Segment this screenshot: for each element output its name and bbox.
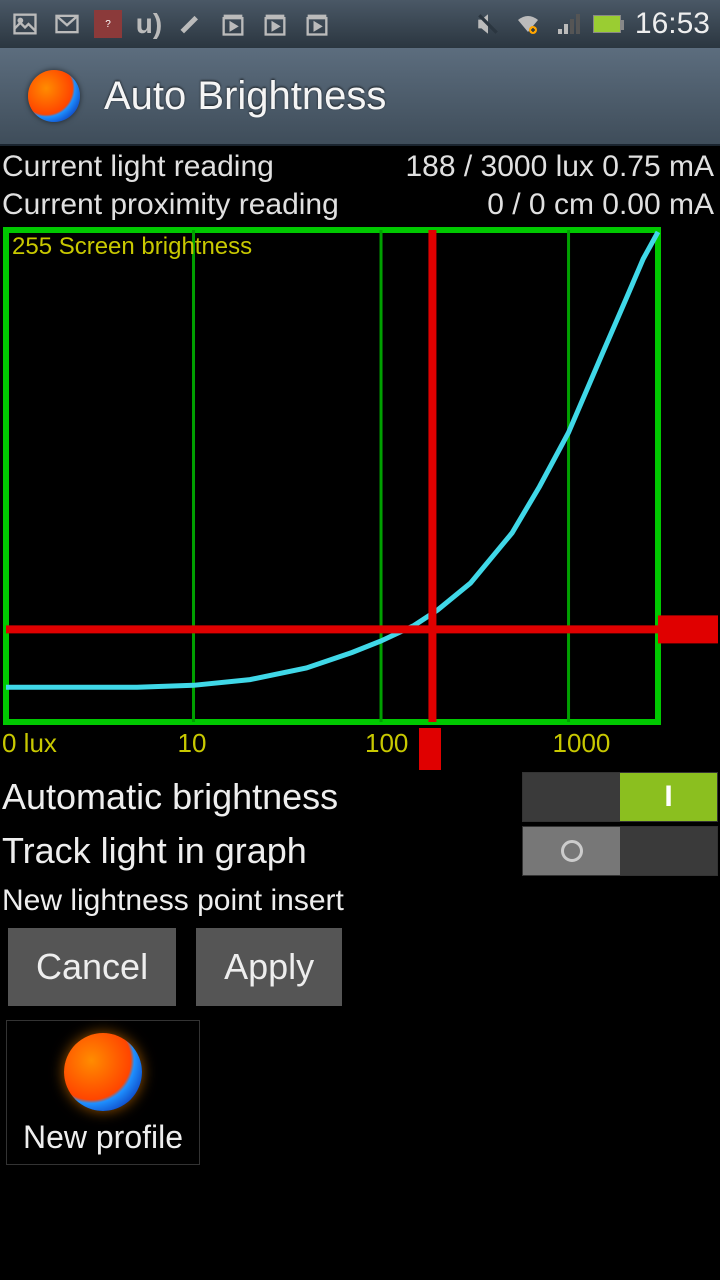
current-marker-handle[interactable] xyxy=(419,728,441,770)
auto-brightness-label: Automatic brightness xyxy=(2,776,338,818)
app-title: Auto Brightness xyxy=(104,74,386,119)
x-tick-label: 10 xyxy=(178,728,207,759)
play-store-icon-3 xyxy=(302,9,332,39)
wifi-icon xyxy=(513,9,543,39)
insert-point-label: New lightness point insert xyxy=(0,876,720,928)
proximity-reading-label: Current proximity reading xyxy=(2,186,339,224)
status-clock: 16:53 xyxy=(635,7,710,41)
x-tick-label: 0 lux xyxy=(2,728,57,759)
x-tick-label: 100 xyxy=(365,728,408,759)
light-reading-value: 188 / 3000 lux 0.75 mA xyxy=(405,148,714,186)
battery-icon xyxy=(593,15,621,33)
profile-icon xyxy=(64,1033,142,1111)
status-bar: ? u) 16:53 xyxy=(0,0,720,48)
light-reading-label: Current light reading xyxy=(2,148,274,186)
app-icon xyxy=(28,70,80,122)
svg-text:255 Screen brightness: 255 Screen brightness xyxy=(12,233,252,260)
new-profile-label: New profile xyxy=(11,1119,195,1156)
proximity-reading-value: 0 / 0 cm 0.00 mA xyxy=(487,186,714,224)
new-profile-button[interactable]: New profile xyxy=(6,1020,200,1165)
brightness-chart[interactable]: 255 Screen brightness xyxy=(2,226,718,726)
track-light-toggle[interactable] xyxy=(522,826,718,876)
readings-panel: Current light reading 188 / 3000 lux 0.7… xyxy=(0,146,720,224)
mute-icon xyxy=(473,9,503,39)
track-light-row: Track light in graph xyxy=(0,826,720,876)
cancel-button[interactable]: Cancel xyxy=(8,928,176,1006)
edit-icon xyxy=(176,9,206,39)
sound-icon: u) xyxy=(134,9,164,39)
x-tick-label: 1000 xyxy=(553,728,611,759)
auto-brightness-row: Automatic brightness I xyxy=(0,772,720,822)
play-store-icon-1 xyxy=(218,9,248,39)
track-light-label: Track light in graph xyxy=(2,830,307,872)
apply-button[interactable]: Apply xyxy=(196,928,342,1006)
auto-brightness-toggle[interactable]: I xyxy=(522,772,718,822)
gallery-icon xyxy=(10,9,40,39)
app-notif-icon: ? xyxy=(94,10,122,38)
chart-x-axis: 0 lux 10 100 1000 xyxy=(0,728,720,764)
title-bar: Auto Brightness xyxy=(0,48,720,146)
mail-icon xyxy=(52,9,82,39)
signal-icon xyxy=(553,9,583,39)
play-store-icon-2 xyxy=(260,9,290,39)
